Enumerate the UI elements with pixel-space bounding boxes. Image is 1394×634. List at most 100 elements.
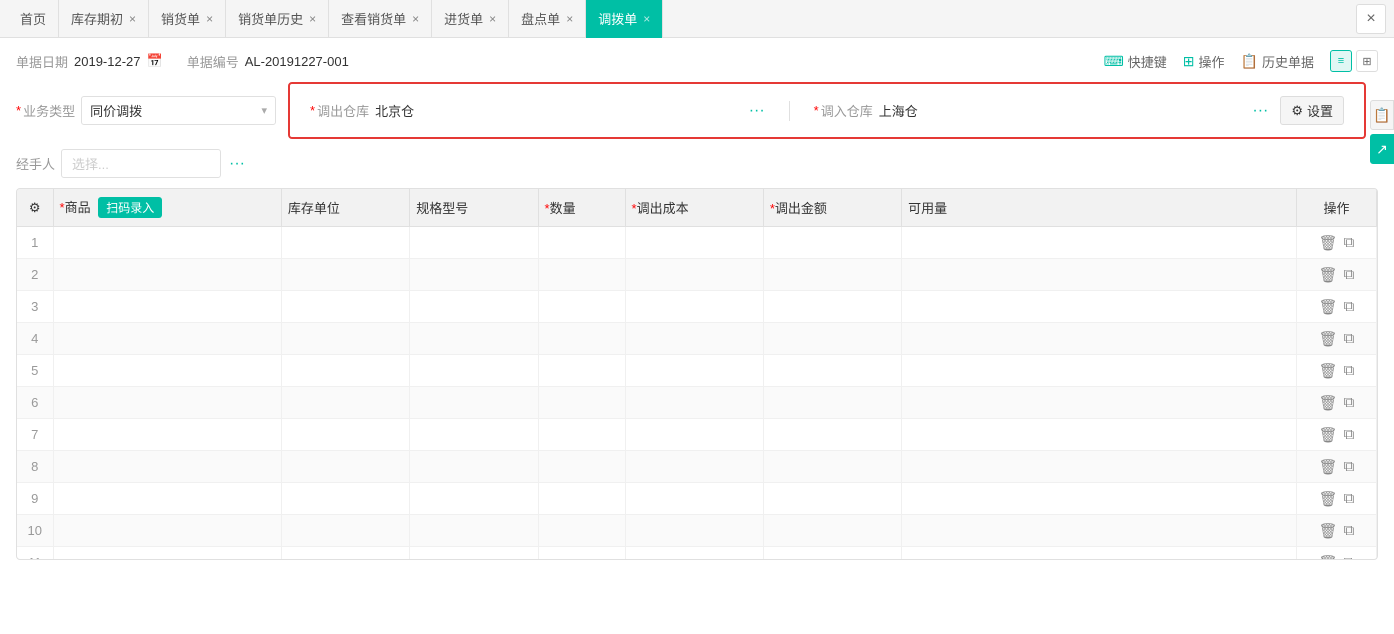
tab-inventory-init[interactable]: 库存期初 ×	[59, 0, 149, 38]
cell-amount[interactable]	[763, 227, 901, 259]
cell-qty[interactable]	[538, 451, 625, 483]
cell-product[interactable]	[53, 323, 281, 355]
cell-qty[interactable]	[538, 291, 625, 323]
table-scroll-area[interactable]: ⚙ *商品 扫码录入 库存单位 规格型号 *数量 *调出成本 *调出金额 可用量…	[17, 189, 1377, 559]
cell-cost[interactable]	[625, 387, 763, 419]
cell-available[interactable]	[902, 323, 1297, 355]
cell-unit[interactable]	[281, 323, 409, 355]
warehouse-out-dots[interactable]: ···	[749, 102, 765, 120]
cell-unit[interactable]	[281, 483, 409, 515]
cell-product[interactable]	[53, 259, 281, 291]
delete-icon[interactable]: 🗑	[1319, 522, 1338, 540]
cell-qty[interactable]	[538, 419, 625, 451]
cell-unit[interactable]	[281, 419, 409, 451]
gear-icon[interactable]: ⚙	[29, 200, 41, 215]
cell-unit[interactable]	[281, 515, 409, 547]
window-close-button[interactable]: ×	[1356, 4, 1386, 34]
operations-action[interactable]: ⊞ 操作	[1183, 52, 1225, 71]
cell-qty[interactable]	[538, 547, 625, 560]
cell-cost[interactable]	[625, 483, 763, 515]
cell-spec[interactable]	[410, 547, 538, 560]
delete-icon[interactable]: 🗑	[1319, 554, 1338, 560]
cell-amount[interactable]	[763, 451, 901, 483]
cell-amount[interactable]	[763, 547, 901, 560]
cell-amount[interactable]	[763, 387, 901, 419]
sidebar-doc-icon[interactable]: 📋	[1370, 100, 1394, 130]
cell-available[interactable]	[902, 515, 1297, 547]
cell-available[interactable]	[902, 355, 1297, 387]
tab-close-sales-history[interactable]: ×	[309, 12, 316, 26]
tab-close-sales-order[interactable]: ×	[206, 12, 213, 26]
layout-grid-btn[interactable]: ⊞	[1356, 50, 1378, 72]
cell-qty[interactable]	[538, 483, 625, 515]
cell-unit[interactable]	[281, 451, 409, 483]
cell-unit[interactable]	[281, 387, 409, 419]
cell-amount[interactable]	[763, 419, 901, 451]
cell-spec[interactable]	[410, 451, 538, 483]
delete-icon[interactable]: 🗑	[1319, 266, 1338, 284]
delete-icon[interactable]: 🗑	[1319, 394, 1338, 412]
cell-amount[interactable]	[763, 515, 901, 547]
cell-product[interactable]	[53, 515, 281, 547]
cell-cost[interactable]	[625, 355, 763, 387]
copy-icon[interactable]: ⧉	[1344, 490, 1355, 508]
cell-unit[interactable]	[281, 355, 409, 387]
cell-qty[interactable]	[538, 515, 625, 547]
cell-spec[interactable]	[410, 515, 538, 547]
sidebar-expand-icon[interactable]: ↗	[1370, 134, 1394, 164]
cell-amount[interactable]	[763, 259, 901, 291]
cell-cost[interactable]	[625, 291, 763, 323]
cell-unit[interactable]	[281, 291, 409, 323]
tab-close-purchase[interactable]: ×	[489, 12, 496, 26]
cell-spec[interactable]	[410, 387, 538, 419]
tab-close-stocktake[interactable]: ×	[566, 12, 573, 26]
cell-unit[interactable]	[281, 547, 409, 560]
tab-view-sales[interactable]: 查看销货单 ×	[329, 0, 432, 38]
cell-product[interactable]	[53, 547, 281, 560]
delete-icon[interactable]: 🗑	[1319, 362, 1338, 380]
cell-available[interactable]	[902, 419, 1297, 451]
delete-icon[interactable]: 🗑	[1319, 458, 1338, 476]
delete-icon[interactable]: 🗑	[1319, 426, 1338, 444]
scan-button[interactable]: 扫码录入	[98, 197, 162, 218]
delete-icon[interactable]: 🗑	[1319, 298, 1338, 316]
agent-dots[interactable]: ···	[229, 155, 245, 173]
cell-spec[interactable]	[410, 355, 538, 387]
cell-product[interactable]	[53, 387, 281, 419]
cell-spec[interactable]	[410, 259, 538, 291]
cell-cost[interactable]	[625, 227, 763, 259]
cell-available[interactable]	[902, 387, 1297, 419]
cell-cost[interactable]	[625, 515, 763, 547]
copy-icon[interactable]: ⧉	[1344, 554, 1355, 560]
agent-select[interactable]: 选择...	[61, 149, 221, 178]
business-type-select[interactable]: 同价调拨 ▾	[81, 96, 276, 125]
cell-spec[interactable]	[410, 291, 538, 323]
copy-icon[interactable]: ⧉	[1344, 522, 1355, 540]
tab-home[interactable]: 首页	[8, 0, 59, 38]
cell-qty[interactable]	[538, 323, 625, 355]
cell-qty[interactable]	[538, 259, 625, 291]
layout-list-btn[interactable]: ≡	[1330, 50, 1352, 72]
warehouse-in-dots[interactable]: ···	[1252, 102, 1268, 120]
cell-qty[interactable]	[538, 355, 625, 387]
cell-product[interactable]	[53, 355, 281, 387]
copy-icon[interactable]: ⧉	[1344, 458, 1355, 476]
cell-spec[interactable]	[410, 227, 538, 259]
cell-cost[interactable]	[625, 419, 763, 451]
cell-amount[interactable]	[763, 323, 901, 355]
cell-spec[interactable]	[410, 483, 538, 515]
tab-sales-order[interactable]: 销货单 ×	[149, 0, 226, 38]
cell-cost[interactable]	[625, 547, 763, 560]
cell-amount[interactable]	[763, 355, 901, 387]
delete-icon[interactable]: 🗑	[1319, 330, 1338, 348]
cell-cost[interactable]	[625, 323, 763, 355]
tab-close-inventory-init[interactable]: ×	[129, 12, 136, 26]
cell-qty[interactable]	[538, 227, 625, 259]
tab-purchase[interactable]: 进货单 ×	[432, 0, 509, 38]
tab-stocktake[interactable]: 盘点单 ×	[509, 0, 586, 38]
copy-icon[interactable]: ⧉	[1344, 426, 1355, 444]
cell-spec[interactable]	[410, 323, 538, 355]
cell-unit[interactable]	[281, 227, 409, 259]
delete-icon[interactable]: 🗑	[1319, 234, 1338, 252]
history-action[interactable]: 📋 历史单据	[1241, 52, 1314, 71]
